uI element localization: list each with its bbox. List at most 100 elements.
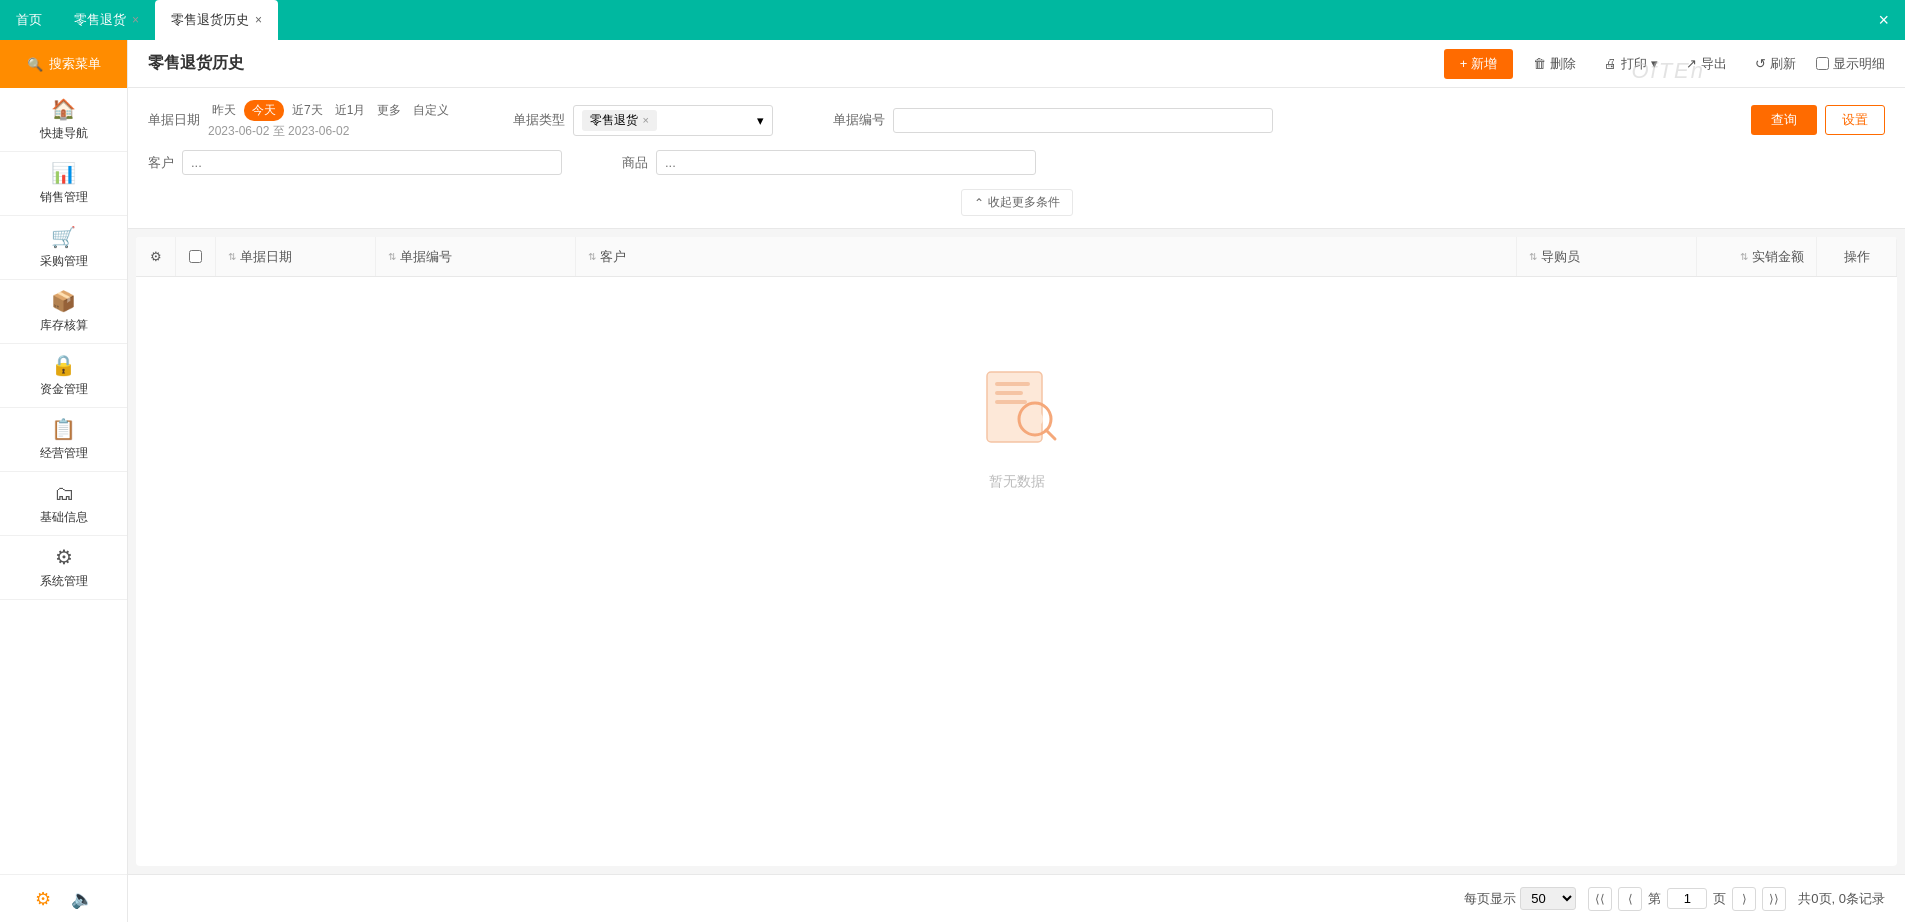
th-date[interactable]: ⇅ 单据日期 — [216, 237, 376, 276]
show-detail-checkbox-label[interactable]: 显示明细 — [1816, 55, 1885, 73]
date-range-display: 2023-06-02 至 2023-06-02 — [208, 123, 453, 140]
pagination-bar: 每页显示 50 20 100 ⟨⟨ ⟨ 第 1 页 ⟩ ⟩⟩ 共0页, 0条记录 — [128, 874, 1905, 922]
delete-btn[interactable]: 🗑 删除 — [1525, 51, 1584, 77]
bill-type-tag-close[interactable]: × — [642, 114, 648, 126]
page-nav: ⟨⟨ ⟨ 第 1 页 ⟩ ⟩⟩ — [1588, 887, 1786, 911]
bill-no-input[interactable] — [893, 108, 1273, 133]
page-size-dropdown[interactable]: 50 20 100 — [1520, 887, 1576, 910]
date-opt-1month[interactable]: 近1月 — [331, 100, 370, 121]
window-close-btn[interactable]: × — [1878, 10, 1889, 31]
filter-area: 单据日期 昨天 今天 近7天 近1月 更多 自定义 2023-06-02 至 2… — [128, 88, 1905, 229]
bill-type-select[interactable]: 零售退货 × ▾ — [573, 105, 773, 136]
speaker-icon[interactable]: 🔈 — [71, 888, 93, 910]
sidebar-item-operations[interactable]: 📋 经营管理 — [0, 408, 127, 472]
date-opt-7days[interactable]: 近7天 — [288, 100, 327, 121]
bill-type-tag: 零售退货 × — [582, 110, 656, 131]
page-first-btn[interactable]: ⟨⟨ — [1588, 887, 1612, 911]
goods-label: 商品 — [622, 154, 648, 172]
page-header: 零售退货历史 + 新增 🗑 删除 🖨 打印 ▾ ↗ 导出 ↺ — [128, 40, 1905, 88]
bill-no-label: 单据编号 — [833, 111, 885, 129]
query-settings-group: 查询 设置 — [1751, 105, 1885, 135]
finance-icon: 🔒 — [51, 353, 76, 377]
print-btn[interactable]: 🖨 打印 ▾ — [1596, 51, 1666, 77]
inventory-icon: 📦 — [51, 289, 76, 313]
customer-input[interactable] — [182, 150, 562, 175]
page-last-btn[interactable]: ⟩⟩ — [1762, 887, 1786, 911]
sidebar-item-finance[interactable]: 🔒 资金管理 — [0, 344, 127, 408]
page-size-select: 每页显示 50 20 100 — [1464, 887, 1576, 910]
date-opt-custom[interactable]: 自定义 — [409, 100, 453, 121]
date-opt-more[interactable]: 更多 — [373, 100, 405, 121]
tab-retail-return[interactable]: 零售退货 × — [58, 0, 155, 40]
date-opt-yesterday[interactable]: 昨天 — [208, 100, 240, 121]
print-chevron-icon: ▾ — [1651, 56, 1658, 71]
empty-text: 暂无数据 — [989, 473, 1045, 491]
th-amount[interactable]: ⇅ 实销金额 — [1697, 237, 1817, 276]
header-actions: + 新增 🗑 删除 🖨 打印 ▾ ↗ 导出 ↺ 刷新 — [1444, 49, 1885, 79]
collapse-btn[interactable]: ⌃ 收起更多条件 — [961, 189, 1073, 216]
date-filter-label: 单据日期 — [148, 111, 200, 129]
sort-guide-icon: ⇅ — [1529, 251, 1537, 262]
sidebar-bottom: ⚙ 🔈 — [0, 874, 127, 922]
page-next-btn[interactable]: ⟩ — [1732, 887, 1756, 911]
th-check[interactable] — [176, 237, 216, 276]
page-input[interactable]: 1 — [1667, 888, 1707, 909]
settings-btn[interactable]: 设置 — [1825, 105, 1885, 135]
content-area: 零售退货历史 + 新增 🗑 删除 🖨 打印 ▾ ↗ 导出 ↺ — [128, 40, 1905, 922]
filter-bill-no: 单据编号 — [833, 108, 1273, 133]
filter-row-2: 客户 商品 — [148, 150, 1885, 175]
th-ops: 操作 — [1817, 237, 1897, 276]
date-opt-today[interactable]: 今天 — [244, 100, 284, 121]
select-all-checkbox[interactable] — [189, 250, 202, 263]
svg-line-5 — [1046, 430, 1055, 439]
goods-input[interactable] — [656, 150, 1036, 175]
refresh-btn[interactable]: ↺ 刷新 — [1747, 51, 1804, 77]
delete-icon: 🗑 — [1533, 56, 1546, 71]
page-prev-btn[interactable]: ⟨ — [1618, 887, 1642, 911]
filter-date: 单据日期 昨天 今天 近7天 近1月 更多 自定义 2023-06-02 至 2… — [148, 100, 453, 140]
sidebar-item-sys-mgmt[interactable]: ⚙ 系统管理 — [0, 536, 127, 600]
tab-home[interactable]: 首页 — [0, 0, 58, 40]
table-header: ⚙ ⇅ 单据日期 ⇅ 单据编号 ⇅ 客户 ⇅ — [136, 237, 1897, 277]
svg-point-6 — [1027, 411, 1043, 427]
print-icon: 🖨 — [1604, 56, 1617, 71]
sort-bill-no-icon: ⇅ — [388, 251, 396, 262]
export-btn[interactable]: ↗ 导出 — [1678, 51, 1735, 77]
purchase-icon: 🛒 — [51, 225, 76, 249]
sales-icon: 📊 — [51, 161, 76, 185]
top-bar: 首页 零售退货 × 零售退货历史 × × — [0, 0, 1905, 40]
collapse-up-icon: ⌃ — [974, 196, 984, 210]
tab-retail-return-close[interactable]: × — [132, 13, 139, 27]
basic-info-icon: 🗂 — [54, 482, 74, 505]
sidebar-item-quick-nav[interactable]: 🏠 快捷导航 — [0, 88, 127, 152]
gear-icon: ⚙ — [150, 249, 162, 264]
page-title: 零售退货历史 — [148, 53, 1444, 74]
sidebar-item-inventory[interactable]: 📦 库存核算 — [0, 280, 127, 344]
sidebar-search[interactable]: 🔍 搜索菜单 — [0, 40, 127, 88]
filter-goods: 商品 — [622, 150, 1036, 175]
filter-customer: 客户 — [148, 150, 562, 175]
th-guide[interactable]: ⇅ 导购员 — [1517, 237, 1697, 276]
th-customer[interactable]: ⇅ 客户 — [576, 237, 1517, 276]
settings-bottom-icon[interactable]: ⚙ — [35, 888, 51, 910]
operations-icon: 📋 — [51, 417, 76, 441]
new-btn[interactable]: + 新增 — [1444, 49, 1513, 79]
th-bill-no[interactable]: ⇅ 单据编号 — [376, 237, 576, 276]
svg-rect-1 — [995, 382, 1030, 386]
sidebar-item-basic-info[interactable]: 🗂 基础信息 — [0, 472, 127, 536]
tab-retail-return-history[interactable]: 零售退货历史 × — [155, 0, 278, 40]
filter-bill-type: 单据类型 零售退货 × ▾ — [513, 105, 773, 136]
svg-rect-3 — [995, 400, 1027, 404]
th-gear[interactable]: ⚙ — [136, 237, 176, 276]
empty-state: 暂无数据 — [136, 277, 1897, 571]
total-info: 共0页, 0条记录 — [1798, 890, 1885, 908]
query-btn[interactable]: 查询 — [1751, 105, 1817, 135]
top-bar-right: × — [1878, 10, 1905, 31]
tab-retail-return-history-close[interactable]: × — [255, 13, 262, 27]
show-detail-checkbox[interactable] — [1816, 57, 1829, 70]
search-icon: 🔍 — [27, 57, 43, 72]
sidebar-item-purchase-mgmt[interactable]: 🛒 采购管理 — [0, 216, 127, 280]
sidebar-item-sales-mgmt[interactable]: 📊 销售管理 — [0, 152, 127, 216]
main-layout: 🔍 搜索菜单 🏠 快捷导航 📊 销售管理 🛒 采购管理 📦 库存核算 🔒 资金管… — [0, 40, 1905, 922]
svg-rect-2 — [995, 391, 1023, 395]
